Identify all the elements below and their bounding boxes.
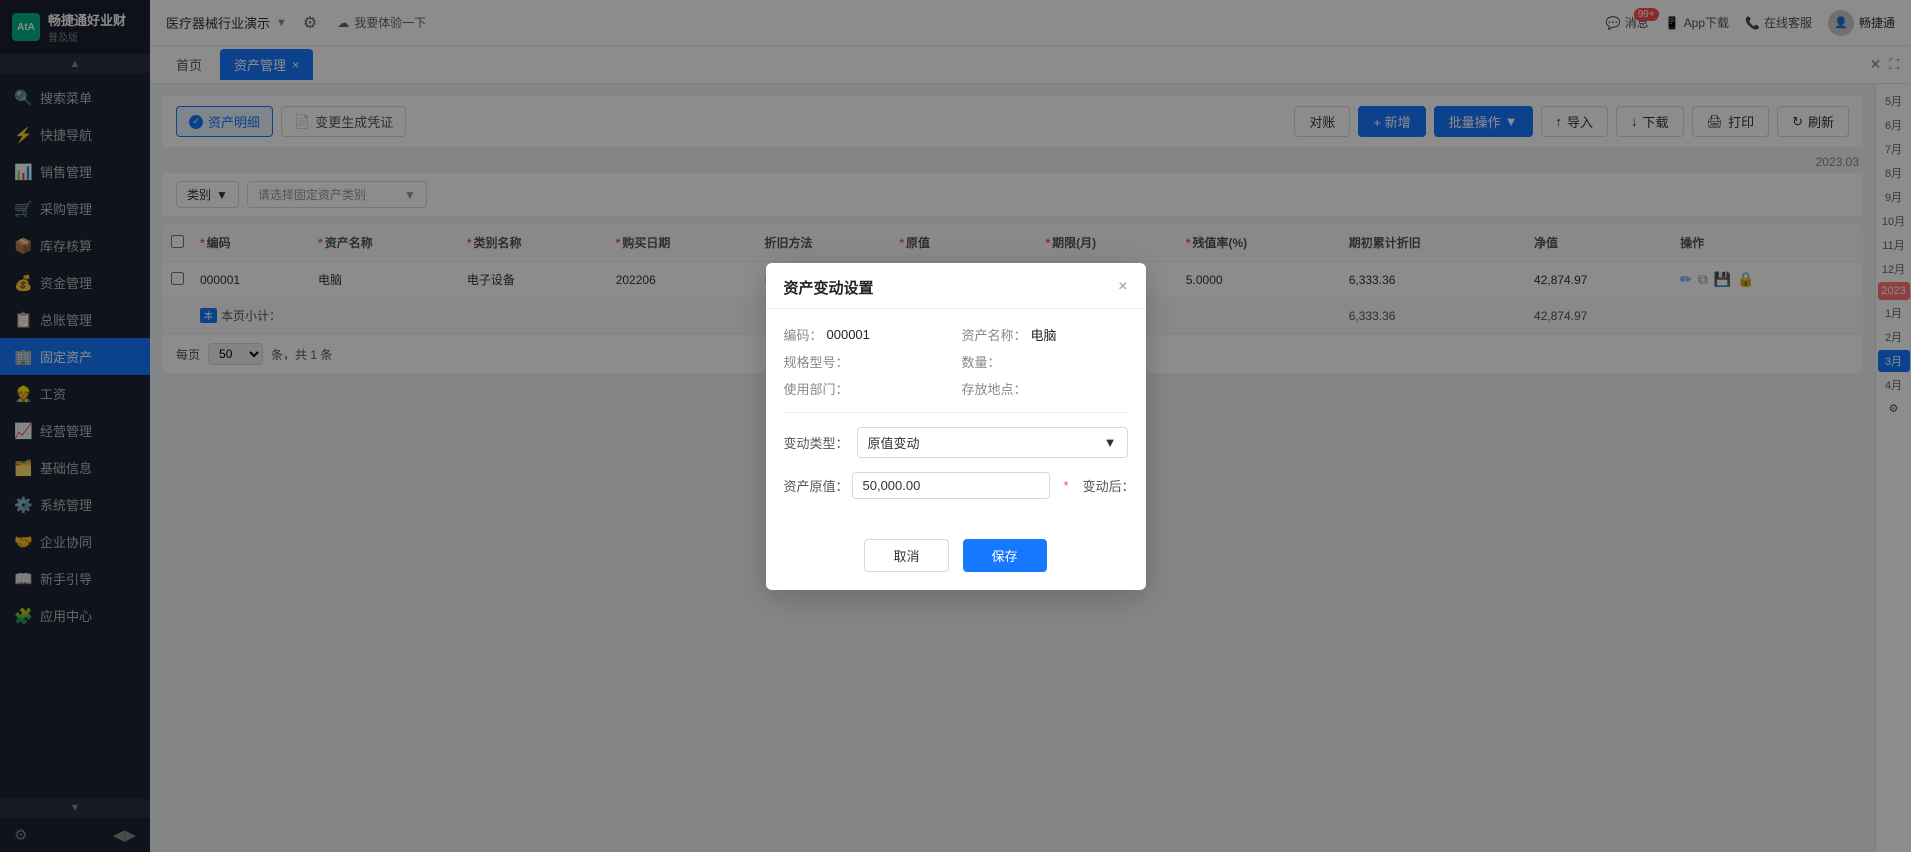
dialog-body: 编码： 000001 资产名称： 电脑 规格型号： 数量： 使用部门：: [766, 309, 1146, 529]
dialog-footer: 取消 保存: [766, 529, 1146, 590]
dialog-divider: [784, 412, 1128, 413]
required-star: *: [1064, 478, 1069, 493]
asset-value-row: 资产原值： * 变动后：: [784, 472, 1128, 499]
spec-label: 规格型号：: [784, 352, 849, 371]
dialog-spec-item: 规格型号：: [784, 352, 950, 371]
dialog-close-btn[interactable]: ×: [1118, 278, 1127, 296]
dialog-code-item: 编码： 000001: [784, 325, 950, 344]
name-value: 电脑: [1031, 325, 1057, 344]
dialog-qty-item: 数量：: [962, 352, 1128, 371]
after-value-label: 变动后：: [1083, 476, 1143, 495]
location-label: 存放地点：: [962, 379, 1027, 398]
name-label: 资产名称：: [962, 325, 1027, 344]
save-button[interactable]: 保存: [963, 539, 1047, 572]
qty-label: 数量：: [962, 352, 1001, 371]
asset-value-input[interactable]: [852, 472, 1050, 499]
asset-value-label: 资产原值：: [784, 476, 844, 495]
dialog-dept-item: 使用部门：: [784, 379, 950, 398]
code-label: 编码：: [784, 325, 823, 344]
change-type-label: 变动类型：: [784, 433, 849, 452]
change-type-dropdown-icon: ▼: [1104, 435, 1117, 450]
asset-change-dialog: 资产变动设置 × 编码： 000001 资产名称： 电脑 规格型号： 数量：: [766, 263, 1146, 590]
dialog-location-item: 存放地点：: [962, 379, 1128, 398]
dialog-header: 资产变动设置 ×: [766, 263, 1146, 309]
change-type-select[interactable]: 原值变动 ▼: [857, 427, 1128, 458]
dialog-info-grid: 编码： 000001 资产名称： 电脑 规格型号： 数量： 使用部门：: [784, 325, 1128, 398]
dept-label: 使用部门：: [784, 379, 849, 398]
cancel-button[interactable]: 取消: [864, 539, 948, 572]
change-type-value: 原值变动: [868, 433, 920, 452]
change-type-row: 变动类型： 原值变动 ▼: [784, 427, 1128, 458]
code-value: 000001: [827, 327, 870, 342]
dialog-name-item: 资产名称： 电脑: [962, 325, 1128, 344]
dialog-overlay: 资产变动设置 × 编码： 000001 资产名称： 电脑 规格型号： 数量：: [0, 0, 1911, 852]
dialog-title: 资产变动设置: [784, 277, 874, 298]
